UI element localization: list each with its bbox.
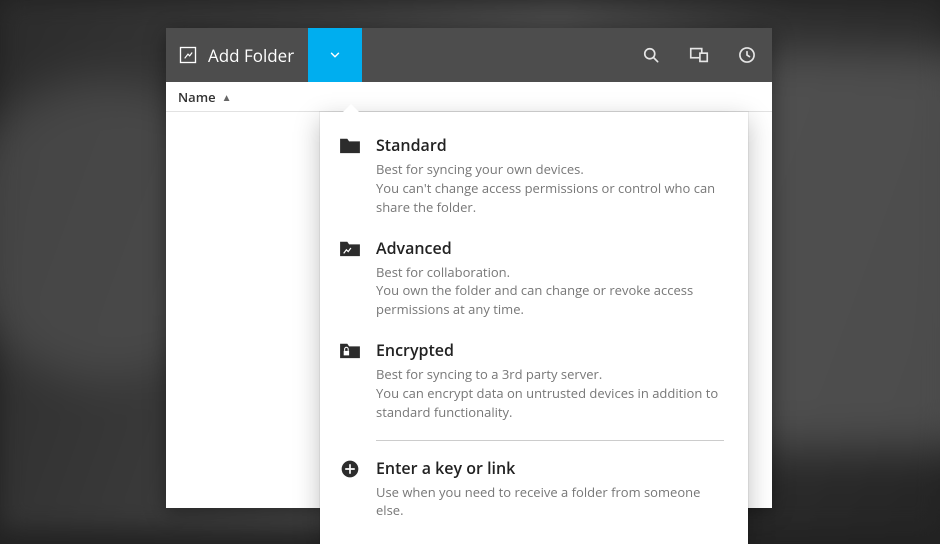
option-line1: Use when you need to receive a folder fr… [376, 483, 724, 521]
option-line2: You can encrypt data on untrusted device… [376, 384, 724, 422]
folder-advanced-icon [338, 239, 362, 320]
folder-icon [338, 136, 362, 217]
option-enter-key[interactable]: Enter a key or link Use when you need to… [320, 447, 748, 531]
plus-circle-icon [338, 459, 362, 521]
add-folder-dropdown-panel: Standard Best for syncing your own devic… [320, 112, 748, 544]
option-text: Enter a key or link Use when you need to… [376, 457, 724, 521]
option-text: Standard Best for syncing your own devic… [376, 134, 724, 217]
devices-button[interactable] [688, 44, 710, 66]
history-button[interactable] [736, 44, 758, 66]
option-line2: You own the folder and can change or rev… [376, 281, 724, 319]
option-line1: Best for syncing your own devices. [376, 160, 724, 179]
option-line1: Best for syncing to a 3rd party server. [376, 365, 724, 384]
content-area: Standard Best for syncing your own devic… [166, 112, 772, 508]
header-left: Add Folder [166, 28, 294, 82]
folder-encrypted-icon [338, 341, 362, 422]
option-encrypted[interactable]: Encrypted Best for syncing to a 3rd part… [320, 329, 748, 432]
folder-add-icon [178, 45, 198, 65]
option-line2: You can't change access permissions or c… [376, 179, 724, 217]
option-title: Enter a key or link [376, 457, 724, 479]
search-button[interactable] [640, 44, 662, 66]
app-window: Add Folder [166, 28, 772, 508]
option-line1: Best for collaboration. [376, 263, 724, 282]
clock-icon [737, 45, 757, 65]
search-icon [641, 45, 661, 65]
dropdown-separator [376, 440, 724, 441]
option-text: Advanced Best for collaboration. You own… [376, 237, 724, 320]
add-folder-dropdown-toggle[interactable] [308, 28, 362, 82]
option-title: Standard [376, 134, 724, 156]
sort-asc-icon: ▲ [222, 90, 232, 104]
header-bar: Add Folder [166, 28, 772, 82]
column-name-label: Name [178, 88, 216, 106]
option-advanced[interactable]: Advanced Best for collaboration. You own… [320, 227, 748, 330]
option-text: Encrypted Best for syncing to a 3rd part… [376, 339, 724, 422]
option-standard[interactable]: Standard Best for syncing your own devic… [320, 124, 748, 227]
option-title: Encrypted [376, 339, 724, 361]
column-name[interactable]: Name ▲ [178, 88, 232, 106]
header-title: Add Folder [208, 44, 294, 67]
option-title: Advanced [376, 237, 724, 259]
chevron-down-icon [328, 48, 342, 62]
column-headers: Name ▲ [166, 82, 772, 112]
header-actions [640, 44, 772, 66]
devices-icon [688, 44, 710, 66]
